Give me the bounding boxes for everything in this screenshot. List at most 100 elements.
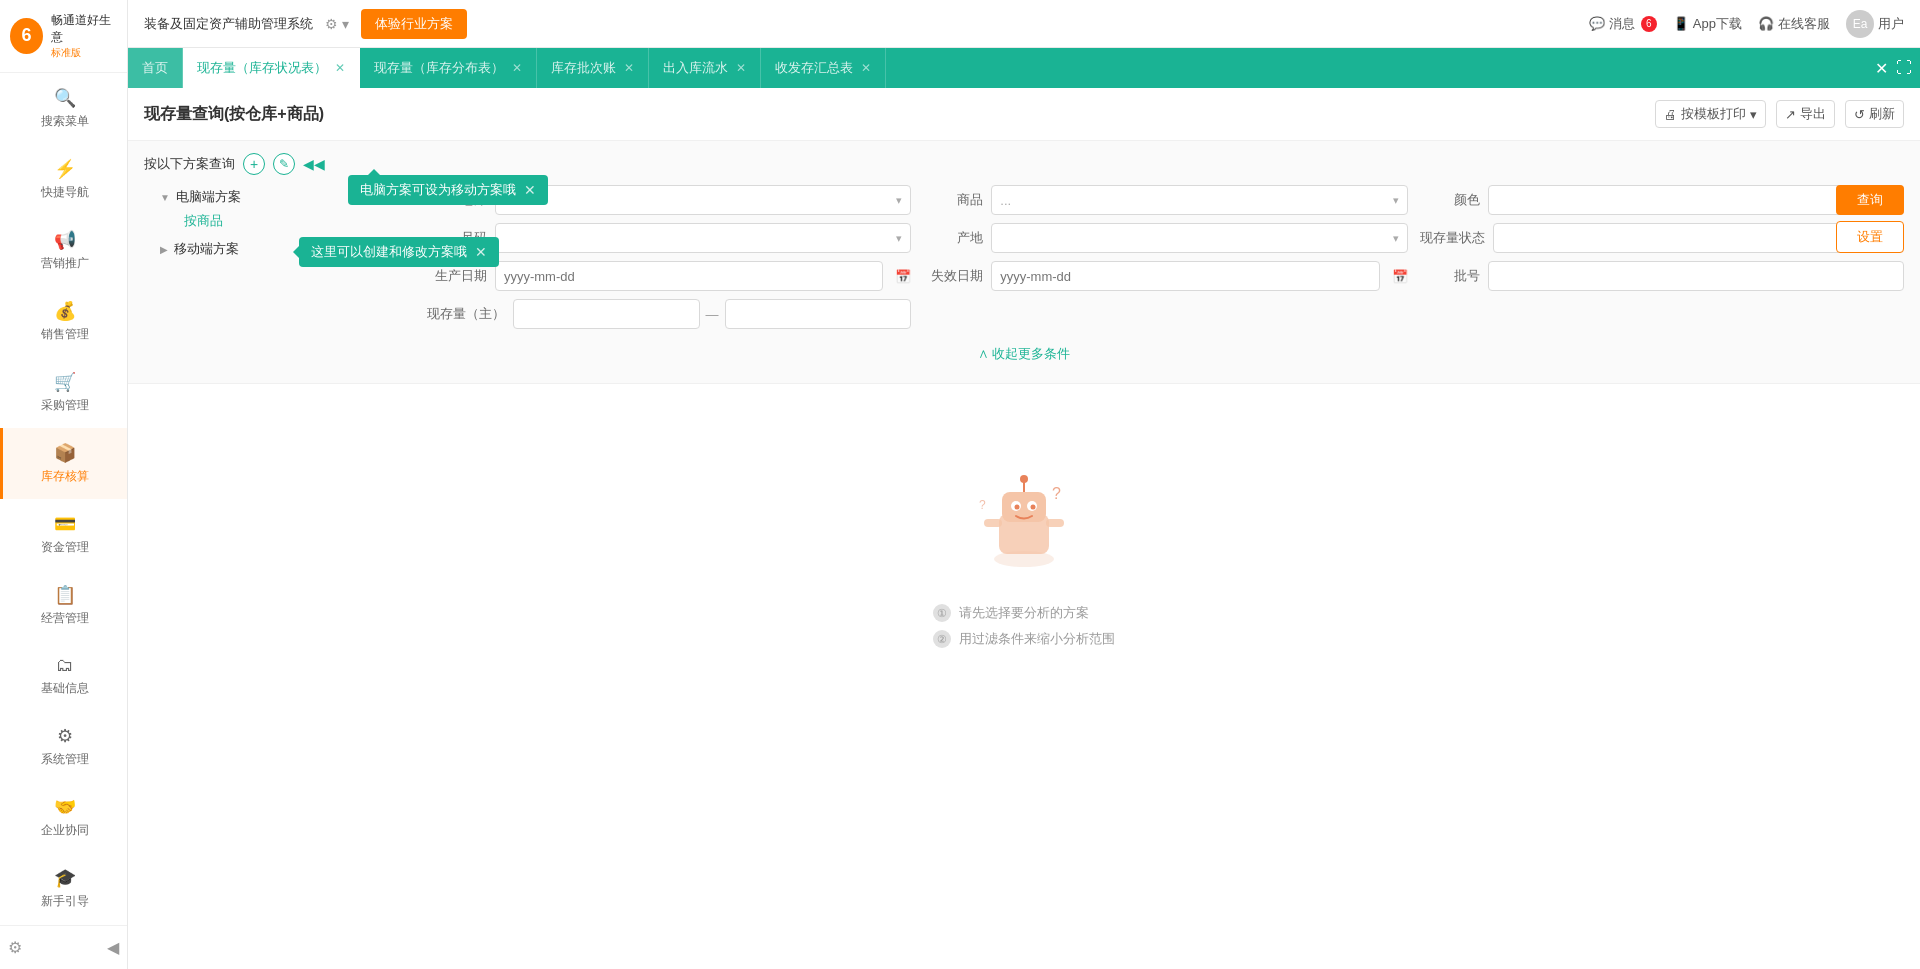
corp-nav-icon: 🤝 <box>54 796 76 818</box>
filter-area: 按以下方案查询 + ✎ ◀◀ 电脑方案可设为移动方案哦 ✕ ▼ 电脑端方案 <box>128 141 1920 384</box>
logo-text-block: 畅通道好生意 标准版 <box>51 12 117 60</box>
filter-arrow-back[interactable]: ◀◀ <box>303 156 325 172</box>
expire-date-label: 失效日期 <box>923 267 983 285</box>
sidebar-item-inventory[interactable]: 📦库存核算 <box>0 428 127 499</box>
tab-inventory-status[interactable]: 现存量（库存状况表） ✕ <box>183 48 360 88</box>
print-icon: 🖨 <box>1664 107 1677 122</box>
headset-icon: 🎧 <box>1758 16 1774 31</box>
settings-header-icon[interactable]: ⚙ <box>325 16 338 32</box>
goods-chevron: ▾ <box>1393 194 1399 207</box>
search-btn[interactable]: 查询 <box>1836 185 1904 215</box>
tab-close-all-icon[interactable]: ✕ <box>1875 59 1888 78</box>
reset-btn[interactable]: 设置 <box>1836 221 1904 253</box>
message-action[interactable]: 💬 消息 6 <box>1589 15 1657 33</box>
collapse-bar[interactable]: ∧ 收起更多条件 <box>144 337 1904 371</box>
inventory-nav-label: 库存核算 <box>41 468 89 485</box>
refresh-btn[interactable]: ↺ 刷新 <box>1845 100 1904 128</box>
tip-text-2: 用过滤条件来缩小分析范围 <box>959 630 1115 648</box>
tab-collect-label: 收发存汇总表 <box>775 59 853 77</box>
phone-icon: 📱 <box>1673 16 1689 31</box>
empty-tip-1: ① 请先选择要分析的方案 <box>933 604 1115 622</box>
goods-placeholder: ... <box>1000 193 1011 208</box>
size-chevron: ▾ <box>896 232 902 245</box>
collapse-sidebar-icon[interactable]: ◀ <box>107 938 119 957</box>
sidebar-item-basic[interactable]: 🗂基础信息 <box>0 641 127 711</box>
filter-cell-stock-qty: 现存量（主） — <box>427 299 911 329</box>
scheme-by-goods-label: 按商品 <box>184 212 223 230</box>
expire-date-calendar-icon[interactable]: 📅 <box>1392 269 1408 284</box>
stock-qty-range: — <box>513 299 911 329</box>
tab-inventory-dist-close[interactable]: ✕ <box>512 61 522 75</box>
tooltip-scheme-mobile-close[interactable]: ✕ <box>524 182 536 198</box>
print-chevron: ▾ <box>1750 107 1757 122</box>
online-support-action[interactable]: 🎧 在线客服 <box>1758 15 1830 33</box>
system-title: 装备及固定资产辅助管理系统 <box>144 15 313 33</box>
sidebar-item-sales[interactable]: 💰 销售管理 <box>0 286 127 357</box>
tab-inventory-dist[interactable]: 现存量（库存分布表） ✕ <box>360 48 537 88</box>
tab-inout-flow[interactable]: 出入库流水 ✕ <box>649 48 761 88</box>
purchase-nav-icon: 🛒 <box>54 371 76 393</box>
goods-select[interactable]: ... ▾ <box>991 185 1407 215</box>
settings-icon[interactable]: ⚙ <box>8 938 22 957</box>
refresh-icon: ↺ <box>1854 107 1865 122</box>
sidebar-item-guide[interactable]: 🎓新手引导 <box>0 853 127 924</box>
print-btn[interactable]: 🖨 按模板打印 ▾ <box>1655 100 1766 128</box>
svg-point-6 <box>1031 505 1036 510</box>
tab-home[interactable]: 首页 <box>128 48 183 88</box>
prod-date-calendar-icon[interactable]: 📅 <box>895 269 911 284</box>
sidebar-item-system[interactable]: ⚙系统管理 <box>0 711 127 782</box>
svg-rect-8 <box>1046 519 1064 527</box>
top-header: 装备及固定资产辅助管理系统 ⚙ ▾ 体验行业方案 💬 消息 6 📱 App下载 … <box>128 0 1920 48</box>
tab-inout-flow-close[interactable]: ✕ <box>736 61 746 75</box>
empty-tip-2: ② 用过滤条件来缩小分析范围 <box>933 630 1115 648</box>
add-scheme-btn[interactable]: + <box>243 153 265 175</box>
stock-qty-label: 现存量（主） <box>427 305 505 323</box>
sidebar-item-quick[interactable]: ⚡快捷导航 <box>0 144 127 215</box>
expire-date-input[interactable] <box>991 261 1379 291</box>
sales-nav-icon: 💰 <box>54 300 76 322</box>
logo-subtitle: 标准版 <box>51 46 117 60</box>
scheme-by-goods[interactable]: 按商品 <box>160 209 241 233</box>
finance-nav-label: 资金管理 <box>41 539 89 556</box>
tab-collect[interactable]: 收发存汇总表 ✕ <box>761 48 886 88</box>
scheme-tree-container: ▼ 电脑端方案 按商品 ▶ 移动端方案 这里可以创建和修改方案哦 ✕ <box>144 185 1904 337</box>
user-action[interactable]: Ea 用户 <box>1846 10 1904 38</box>
edit-scheme-btn[interactable]: ✎ <box>273 153 295 175</box>
search-reset-buttons: 查询 设置 <box>1836 185 1904 253</box>
header-left: 装备及固定资产辅助管理系统 ⚙ ▾ 体验行业方案 <box>144 9 467 39</box>
header-right: 💬 消息 6 📱 App下载 🎧 在线客服 Ea 用户 <box>1589 10 1904 38</box>
basic-nav-label: 基础信息 <box>41 680 89 697</box>
batch-input[interactable] <box>1488 261 1904 291</box>
app-download-action[interactable]: 📱 App下载 <box>1673 15 1742 33</box>
tab-batch[interactable]: 库存批次账 ✕ <box>537 48 649 88</box>
size-select[interactable]: ▾ <box>495 223 911 253</box>
tip-text-1: 请先选择要分析的方案 <box>959 604 1089 622</box>
scheme-desktop[interactable]: ▼ 电脑端方案 <box>160 185 241 209</box>
sidebar-item-corp[interactable]: 🤝企业协同 <box>0 782 127 853</box>
tab-batch-close[interactable]: ✕ <box>624 61 634 75</box>
sidebar-item-search[interactable]: 🔍搜索菜单 <box>0 73 127 144</box>
tooltip-create-scheme-close[interactable]: ✕ <box>475 244 487 260</box>
sidebar-item-purchase[interactable]: 🛒采购管理 <box>0 357 127 428</box>
export-btn[interactable]: ↗ 导出 <box>1776 100 1835 128</box>
tab-inventory-status-close[interactable]: ✕ <box>335 61 345 75</box>
content-area: 现存量查询(按仓库+商品) 🖨 按模板打印 ▾ ↗ 导出 ↺ 刷新 <box>128 88 1920 969</box>
filter-row-4: 现存量（主） — <box>427 299 1904 329</box>
tip-num-2: ② <box>933 630 951 648</box>
sales-nav-label: 销售管理 <box>41 326 89 343</box>
industry-btn[interactable]: 体验行业方案 <box>361 9 467 39</box>
sidebar-item-operation[interactable]: 📋经营管理 <box>0 570 127 641</box>
prod-date-input[interactable] <box>495 261 883 291</box>
scheme-mobile[interactable]: ▶ 移动端方案 <box>160 237 241 261</box>
stock-qty-min-input[interactable] <box>513 299 700 329</box>
stock-qty-max-input[interactable] <box>725 299 912 329</box>
origin-select[interactable]: ▾ <box>991 223 1407 253</box>
tab-fullscreen-icon[interactable]: ⛶ <box>1896 59 1912 77</box>
sidebar-item-marketing[interactable]: 📢营销推广 <box>0 215 127 286</box>
origin-chevron: ▾ <box>1393 232 1399 245</box>
tab-collect-close[interactable]: ✕ <box>861 61 871 75</box>
dropdown-header-icon[interactable]: ▾ <box>342 16 349 32</box>
sidebar-item-finance[interactable]: 💳资金管理 <box>0 499 127 570</box>
filter-row-1: 仓库 ... ▾ 商品 ... ▾ <box>427 185 1904 215</box>
warehouse-select[interactable]: ... ▾ <box>495 185 911 215</box>
